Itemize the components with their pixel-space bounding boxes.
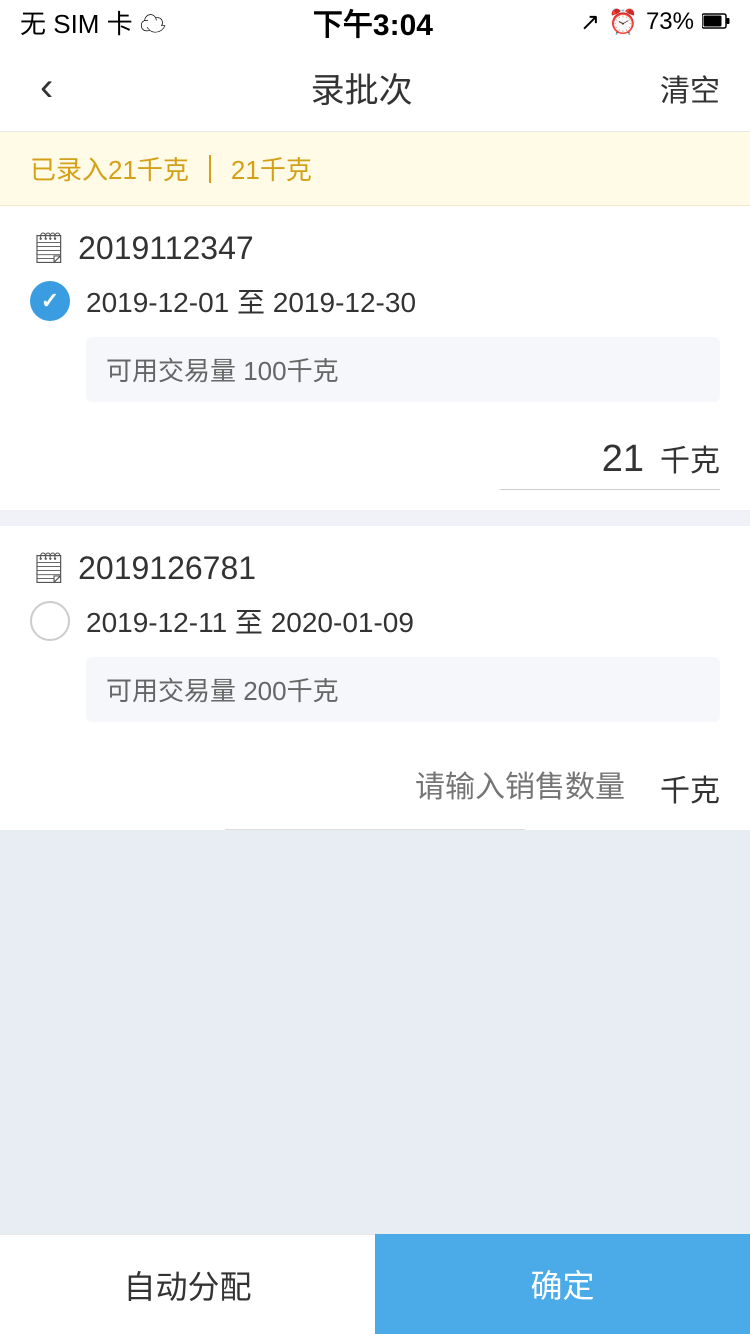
batch1-amount-unit: 千克 [660, 436, 720, 480]
batch1-amount-wrapper: 21 千克 [0, 426, 750, 510]
batch1-header: 🗒 2019112347 [30, 230, 720, 267]
battery-text: 73% [646, 8, 694, 36]
bottom-bar: 自动分配 确定 [0, 1234, 750, 1334]
page-title: 录批次 [311, 63, 413, 112]
confirm-button[interactable]: 确定 [375, 1234, 750, 1334]
status-left: 无 SIM 卡 ☁ [20, 4, 166, 41]
main-content: 已录入21千克 21千克 🗒 2019112347 2019-12-01 至 2… [0, 132, 750, 1234]
batch1-date: 2019-12-01 至 2019-12-30 [86, 281, 416, 321]
batch1-amount-line [500, 489, 720, 490]
battery-icon [702, 8, 730, 36]
clear-button[interactable]: 清空 [660, 66, 720, 110]
batch-card-1: 🗒 2019112347 2019-12-01 至 2019-12-30 可用交… [0, 206, 750, 510]
section-divider-1 [0, 510, 750, 526]
status-bar: 无 SIM 卡 ☁ 下午3:04 ↗ ⏰ 73% [0, 0, 750, 44]
batch1-available: 可用交易量 100千克 [86, 337, 720, 402]
banner-divider [209, 155, 211, 183]
batch1-date-row[interactable]: 2019-12-01 至 2019-12-30 [30, 281, 720, 321]
batch2-radio[interactable] [30, 601, 70, 641]
batch2-input-underline [225, 829, 525, 830]
batch2-id: 2019126781 [78, 550, 256, 587]
batch2-input-unit: 千克 [660, 766, 720, 810]
batch1-icon: 🗒 [30, 231, 68, 266]
location-icon: ↗ [580, 8, 600, 37]
empty-area [0, 830, 750, 1234]
auto-distribute-button[interactable]: 自动分配 [0, 1234, 375, 1334]
batch2-date: 2019-12-11 至 2020-01-09 [86, 601, 414, 641]
status-time: 下午3:04 [313, 0, 433, 44]
batch2-quantity-input[interactable] [340, 771, 640, 805]
batch2-icon: 🗒 [30, 551, 68, 586]
back-button[interactable]: ‹ [30, 55, 63, 120]
batch2-date-row[interactable]: 2019-12-11 至 2020-01-09 [30, 601, 720, 641]
alarm-icon: ⏰ [608, 8, 638, 37]
batch-card-2: 🗒 2019126781 2019-12-11 至 2020-01-09 可用交… [0, 526, 750, 830]
recorded-amount-label: 已录入21千克 [30, 150, 189, 187]
status-right: ↗ ⏰ 73% [580, 8, 730, 37]
info-banner: 已录入21千克 21千克 [0, 132, 750, 206]
batch1-radio[interactable] [30, 281, 70, 321]
batch1-id: 2019112347 [78, 230, 254, 267]
batch2-input-row: 千克 [0, 746, 750, 830]
batch1-amount-value: 21 [602, 438, 644, 481]
recorded-amount-value: 21千克 [231, 150, 312, 187]
nav-bar: ‹ 录批次 清空 [0, 44, 750, 132]
batch2-available: 可用交易量 200千克 [86, 657, 720, 722]
no-sim-text: 无 SIM 卡 ☁ [20, 4, 166, 41]
batch2-header: 🗒 2019126781 [30, 550, 720, 587]
